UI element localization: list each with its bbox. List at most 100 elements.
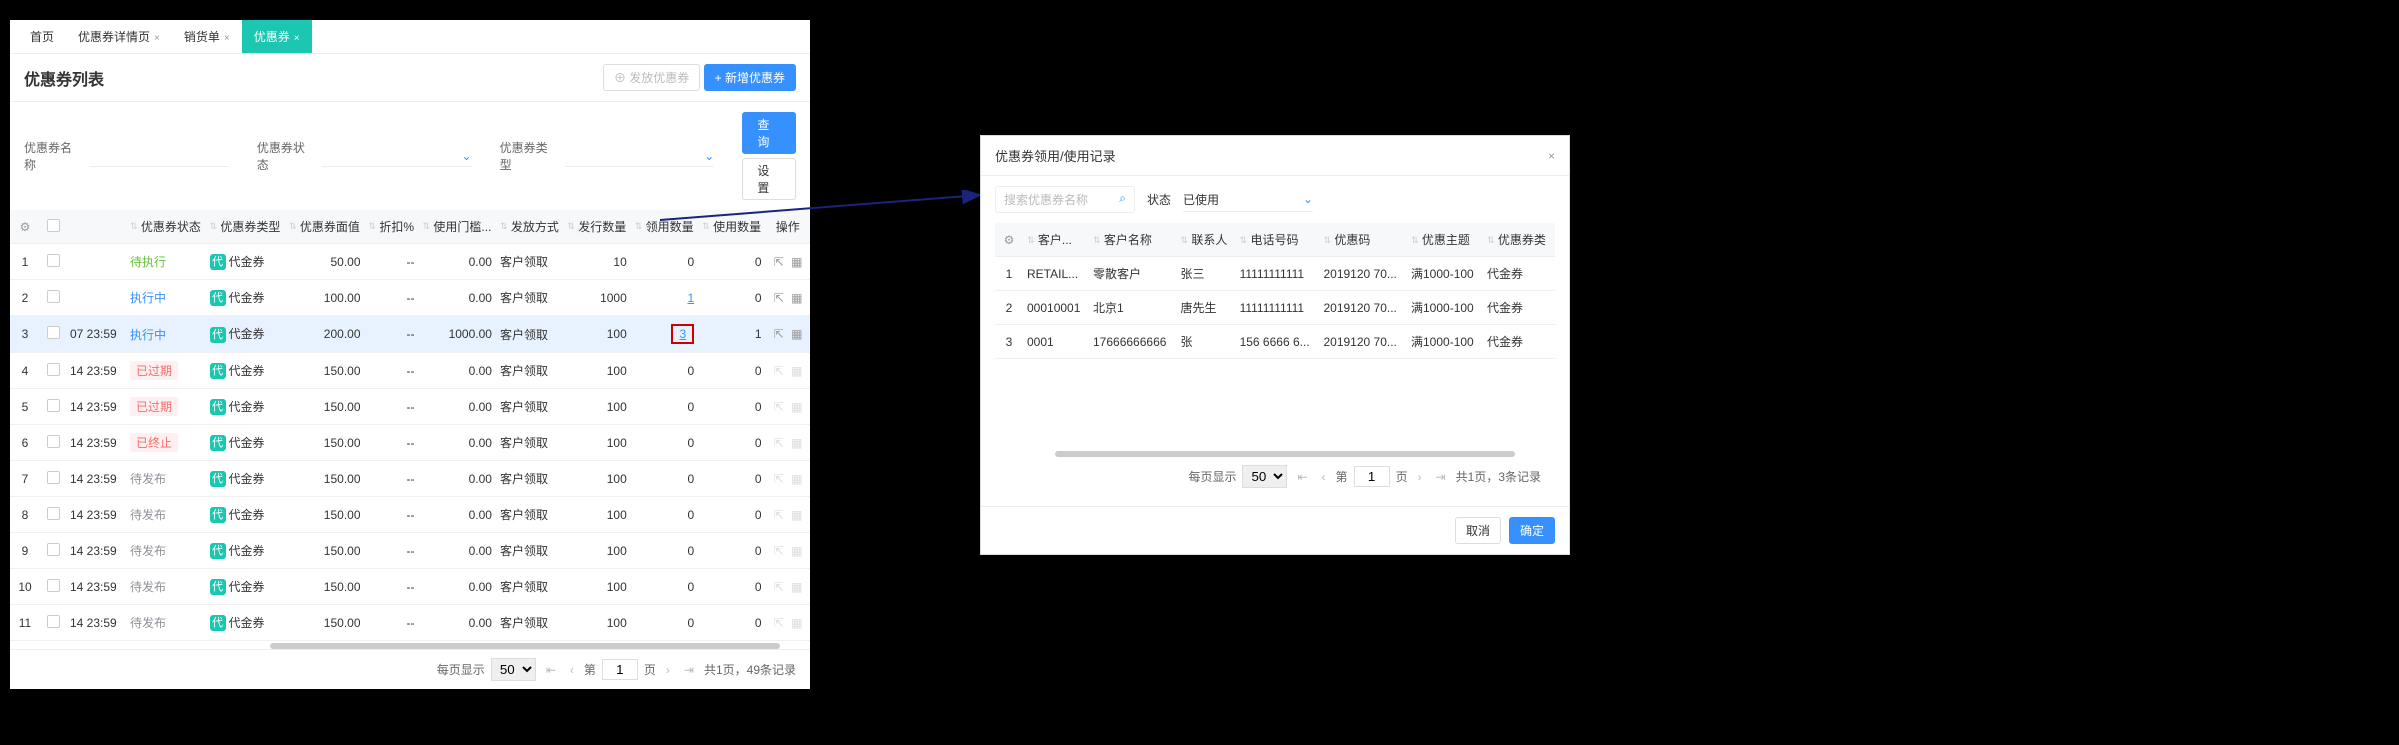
- filter-name-input[interactable]: [89, 145, 229, 167]
- sort-icon[interactable]: ⇅: [422, 221, 430, 232]
- voucher-icon: 代: [210, 615, 226, 631]
- sort-icon[interactable]: ⇅: [1487, 235, 1495, 246]
- table-row[interactable]: 3 07 23:59 执行中 代代金券 200.00 -- 1000.00 客户…: [10, 316, 810, 353]
- claim-qty-link[interactable]: 1: [687, 291, 694, 305]
- sort-icon[interactable]: ⇅: [1411, 235, 1419, 246]
- usage-records-modal: 优惠券领用/使用记录 × 搜索优惠券名称 状态 已使用⌄ ⚙ ⇅ 客户... ⇅…: [980, 135, 1570, 555]
- settings-button[interactable]: 设置: [742, 158, 796, 200]
- qr-icon[interactable]: ▦: [790, 364, 804, 378]
- tab-sales-order[interactable]: 销货单×: [172, 20, 242, 53]
- table-row[interactable]: 11 14 23:59 待发布 代代金券 150.00 -- 0.00 客户领取…: [10, 605, 810, 641]
- qr-icon[interactable]: ▦: [790, 400, 804, 414]
- search-button[interactable]: 查询: [742, 112, 796, 154]
- row-checkbox[interactable]: [47, 615, 60, 628]
- gear-icon[interactable]: ⚙: [1004, 233, 1015, 247]
- prev-page-button[interactable]: ‹: [1318, 470, 1330, 484]
- header: 优惠券列表 ⊕ 发放优惠券 + 新增优惠券: [10, 54, 810, 102]
- share-icon[interactable]: ⇱: [772, 255, 786, 269]
- table-row[interactable]: 10 14 23:59 待发布 代代金券 150.00 -- 0.00 客户领取…: [10, 569, 810, 605]
- row-checkbox[interactable]: [47, 290, 60, 303]
- claim-qty-link[interactable]: 3: [679, 327, 686, 341]
- tab-coupon-detail[interactable]: 优惠券详情页×: [66, 20, 172, 53]
- share-icon: ⇱: [772, 616, 786, 630]
- row-checkbox[interactable]: [47, 471, 60, 484]
- last-page-button[interactable]: ⇥: [680, 663, 698, 677]
- qr-icon[interactable]: ▦: [790, 616, 804, 630]
- filter-type-select[interactable]: ⌄: [565, 146, 714, 167]
- share-icon[interactable]: ⇱: [772, 327, 786, 341]
- qr-icon[interactable]: ▦: [790, 580, 804, 594]
- table-row[interactable]: 3000117666666666张156 6666 6...2019120 70…: [995, 325, 1555, 359]
- voucher-icon: 代: [210, 471, 226, 487]
- cancel-button[interactable]: 取消: [1455, 517, 1501, 544]
- row-checkbox[interactable]: [47, 435, 60, 448]
- issue-coupon-button[interactable]: ⊕ 发放优惠券: [603, 64, 700, 91]
- qr-icon[interactable]: ▦: [790, 472, 804, 486]
- select-all-checkbox[interactable]: [47, 219, 60, 232]
- qr-icon[interactable]: ▦: [790, 544, 804, 558]
- row-checkbox[interactable]: [47, 507, 60, 520]
- close-icon[interactable]: ×: [224, 33, 230, 44]
- chevron-down-icon: ⌄: [704, 149, 714, 163]
- table-row[interactable]: 200010001北京1唐先生111111111112019120 70...满…: [995, 291, 1555, 325]
- sort-icon[interactable]: ⇅: [289, 221, 297, 232]
- page-input[interactable]: [602, 659, 638, 680]
- page-input[interactable]: [1354, 466, 1390, 487]
- filter-status-label: 优惠券状态: [257, 139, 317, 173]
- qr-icon[interactable]: ▦: [790, 436, 804, 450]
- table-row[interactable]: 9 14 23:59 待发布 代代金券 150.00 -- 0.00 客户领取 …: [10, 533, 810, 569]
- row-checkbox[interactable]: [47, 399, 60, 412]
- search-coupon-input[interactable]: 搜索优惠券名称: [995, 186, 1135, 213]
- sort-icon[interactable]: ⇅: [1323, 235, 1331, 246]
- sort-icon[interactable]: ⇅: [1093, 235, 1101, 246]
- table-row[interactable]: 1 待执行 代代金券 50.00 -- 0.00 客户领取 10 0 0 ⇱▦: [10, 244, 810, 280]
- sort-icon[interactable]: ⇅: [500, 221, 508, 232]
- prev-page-button[interactable]: ‹: [566, 663, 578, 677]
- filter-status-select[interactable]: ⌄: [322, 146, 471, 167]
- sort-icon[interactable]: ⇅: [1240, 235, 1248, 246]
- table-row[interactable]: 8 14 23:59 待发布 代代金券 150.00 -- 0.00 客户领取 …: [10, 497, 810, 533]
- close-icon[interactable]: ×: [154, 33, 160, 44]
- filter-type-label: 优惠券类型: [500, 139, 560, 173]
- first-page-button[interactable]: ⇤: [1293, 470, 1311, 484]
- filter-name-label: 优惠券名称: [24, 139, 83, 173]
- row-checkbox[interactable]: [47, 254, 60, 267]
- first-page-button[interactable]: ⇤: [542, 663, 560, 677]
- gear-icon[interactable]: ⚙: [20, 220, 31, 234]
- tab-coupon[interactable]: 优惠券×: [242, 20, 312, 53]
- table-row[interactable]: 2 执行中 代代金券 100.00 -- 0.00 客户领取 1000 1 0 …: [10, 280, 810, 316]
- sort-icon[interactable]: ⇅: [1027, 235, 1035, 246]
- close-icon[interactable]: ×: [1548, 149, 1555, 163]
- sort-icon[interactable]: ⇅: [567, 221, 575, 232]
- row-checkbox[interactable]: [47, 543, 60, 556]
- sort-icon[interactable]: ⇅: [369, 221, 377, 232]
- sort-icon[interactable]: ⇅: [1181, 235, 1189, 246]
- table-row[interactable]: 6 14 23:59 已终止 代代金券 150.00 -- 0.00 客户领取 …: [10, 425, 810, 461]
- next-page-button[interactable]: ›: [662, 663, 674, 677]
- per-page-select[interactable]: 50: [1242, 465, 1287, 488]
- table-row[interactable]: 1RETAIL...零散客户张三111111111112019120 70...…: [995, 257, 1555, 291]
- ok-button[interactable]: 确定: [1509, 517, 1555, 544]
- sort-icon[interactable]: ⇅: [702, 221, 710, 232]
- table-row[interactable]: 5 14 23:59 已过期 代代金券 150.00 -- 0.00 客户领取 …: [10, 389, 810, 425]
- row-checkbox[interactable]: [47, 363, 60, 376]
- sort-icon[interactable]: ⇅: [210, 221, 218, 232]
- sort-icon[interactable]: ⇅: [635, 221, 643, 232]
- row-checkbox[interactable]: [47, 326, 60, 339]
- table-row[interactable]: 7 14 23:59 待发布 代代金券 150.00 -- 0.00 客户领取 …: [10, 461, 810, 497]
- row-checkbox[interactable]: [47, 579, 60, 592]
- status-filter-select[interactable]: 已使用⌄: [1183, 188, 1313, 212]
- table-row[interactable]: 4 14 23:59 已过期 代代金券 150.00 -- 0.00 客户领取 …: [10, 353, 810, 389]
- last-page-button[interactable]: ⇥: [1432, 470, 1450, 484]
- qr-icon[interactable]: ▦: [790, 327, 804, 341]
- per-page-select[interactable]: 50: [491, 658, 536, 681]
- qr-icon[interactable]: ▦: [790, 255, 804, 269]
- add-coupon-button[interactable]: + 新增优惠券: [704, 64, 796, 91]
- next-page-button[interactable]: ›: [1414, 470, 1426, 484]
- close-icon[interactable]: ×: [294, 33, 300, 44]
- qr-icon[interactable]: ▦: [790, 291, 804, 305]
- share-icon[interactable]: ⇱: [772, 291, 786, 305]
- qr-icon[interactable]: ▦: [790, 508, 804, 522]
- sort-icon[interactable]: ⇅: [130, 221, 138, 232]
- tab-home[interactable]: 首页: [18, 20, 66, 53]
